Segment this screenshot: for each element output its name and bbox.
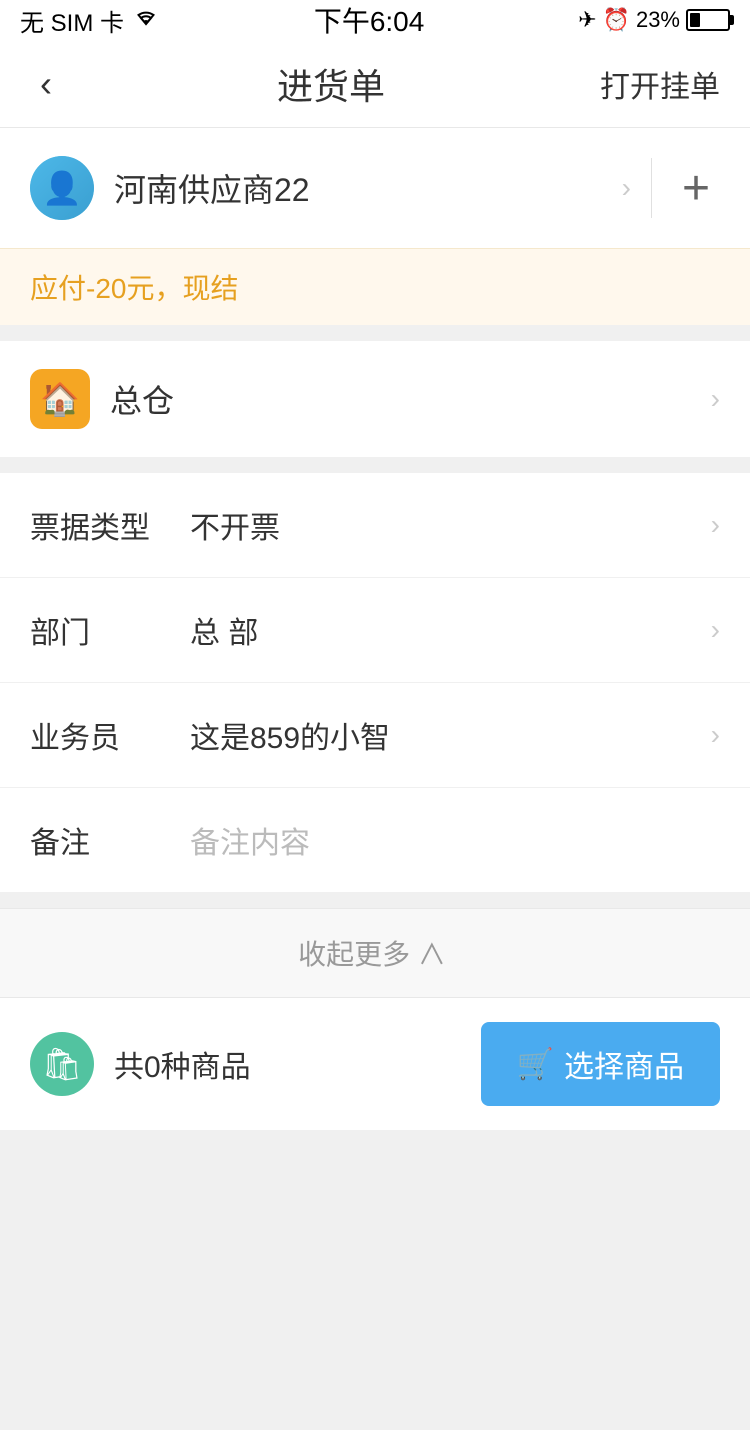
- select-product-icon: 🛒: [517, 1047, 554, 1082]
- status-right: ✈ ⏰ 23%: [578, 7, 730, 33]
- notice-text: 应付-20元，现结: [30, 273, 238, 304]
- gray-background: [0, 1130, 750, 1430]
- alarm-icon: ⏰: [603, 7, 630, 33]
- chevron-right-icon: ›: [711, 509, 720, 541]
- department-row[interactable]: 部门 总 部 ›: [0, 578, 750, 683]
- sales-person-row[interactable]: 业务员 这是859的小智 ›: [0, 683, 750, 788]
- chevron-right-icon: ›: [622, 172, 631, 204]
- cart-icon: 🛍: [42, 1045, 83, 1083]
- chevron-right-icon: ›: [711, 719, 720, 751]
- warehouse-name: 总仓: [110, 376, 711, 422]
- status-bar: 无 SIM 卡 下午6:04 ✈ ⏰ 23%: [0, 0, 750, 40]
- sales-person-value: 这是859的小智: [170, 713, 711, 757]
- nav-bar: ‹ 进货单 打开挂单: [0, 40, 750, 128]
- department-label: 部门: [30, 608, 170, 652]
- add-button[interactable]: +: [672, 161, 720, 216]
- supplier-name: 河南供应商22: [114, 165, 622, 211]
- back-button[interactable]: ‹: [30, 53, 62, 115]
- cart-icon-wrap: 🛍: [30, 1032, 94, 1096]
- battery-percent: 23%: [636, 7, 680, 33]
- status-left: 无 SIM 卡: [20, 3, 160, 38]
- avatar: 👤: [30, 156, 94, 220]
- sales-person-label: 业务员: [30, 713, 170, 757]
- supplier-row[interactable]: 👤 河南供应商22 › +: [0, 128, 750, 248]
- warehouse-icon-wrap: 🏠: [30, 369, 90, 429]
- divider: [651, 158, 652, 218]
- warehouse-row[interactable]: 🏠 总仓 ›: [0, 341, 750, 457]
- location-icon: ✈: [578, 7, 596, 33]
- select-product-label: 选择商品: [564, 1042, 684, 1086]
- status-time: 下午6:04: [314, 0, 425, 40]
- notice-bar: 应付-20元，现结: [0, 248, 750, 325]
- battery-icon: [686, 9, 730, 31]
- content-area: 👤 河南供应商22 › + 应付-20元，现结 🏠 总仓 › 票据类型 不开票 …: [0, 128, 750, 1430]
- invoice-type-label: 票据类型: [30, 503, 170, 547]
- page-title: 进货单: [277, 58, 385, 110]
- avatar-icon: 👤: [42, 169, 82, 207]
- open-pending-button[interactable]: 打开挂单: [600, 62, 720, 106]
- invoice-type-value: 不开票: [170, 503, 711, 547]
- department-value: 总 部: [170, 608, 711, 652]
- warehouse-icon: 🏠: [40, 380, 80, 418]
- supplier-section: 👤 河南供应商22 › + 应付-20元，现结: [0, 128, 750, 325]
- select-product-button[interactable]: 🛒 选择商品: [481, 1022, 720, 1106]
- chevron-right-icon: ›: [711, 383, 720, 415]
- product-count: 共0种商品: [114, 1042, 481, 1086]
- collapse-row[interactable]: 收起更多 ∧: [0, 908, 750, 997]
- bottom-bar: 🛍 共0种商品 🛒 选择商品: [0, 997, 750, 1130]
- wifi-icon: [132, 6, 160, 35]
- chevron-right-icon: ›: [711, 614, 720, 646]
- collapse-label: 收起更多 ∧: [298, 933, 446, 973]
- invoice-type-row[interactable]: 票据类型 不开票 ›: [0, 473, 750, 578]
- form-section: 票据类型 不开票 › 部门 总 部 › 业务员 这是859的小智 › 备注 备注…: [0, 473, 750, 892]
- remark-label: 备注: [30, 818, 170, 862]
- carrier-text: 无 SIM 卡: [20, 3, 124, 38]
- remark-row[interactable]: 备注 备注内容: [0, 788, 750, 892]
- remark-input[interactable]: 备注内容: [170, 818, 720, 862]
